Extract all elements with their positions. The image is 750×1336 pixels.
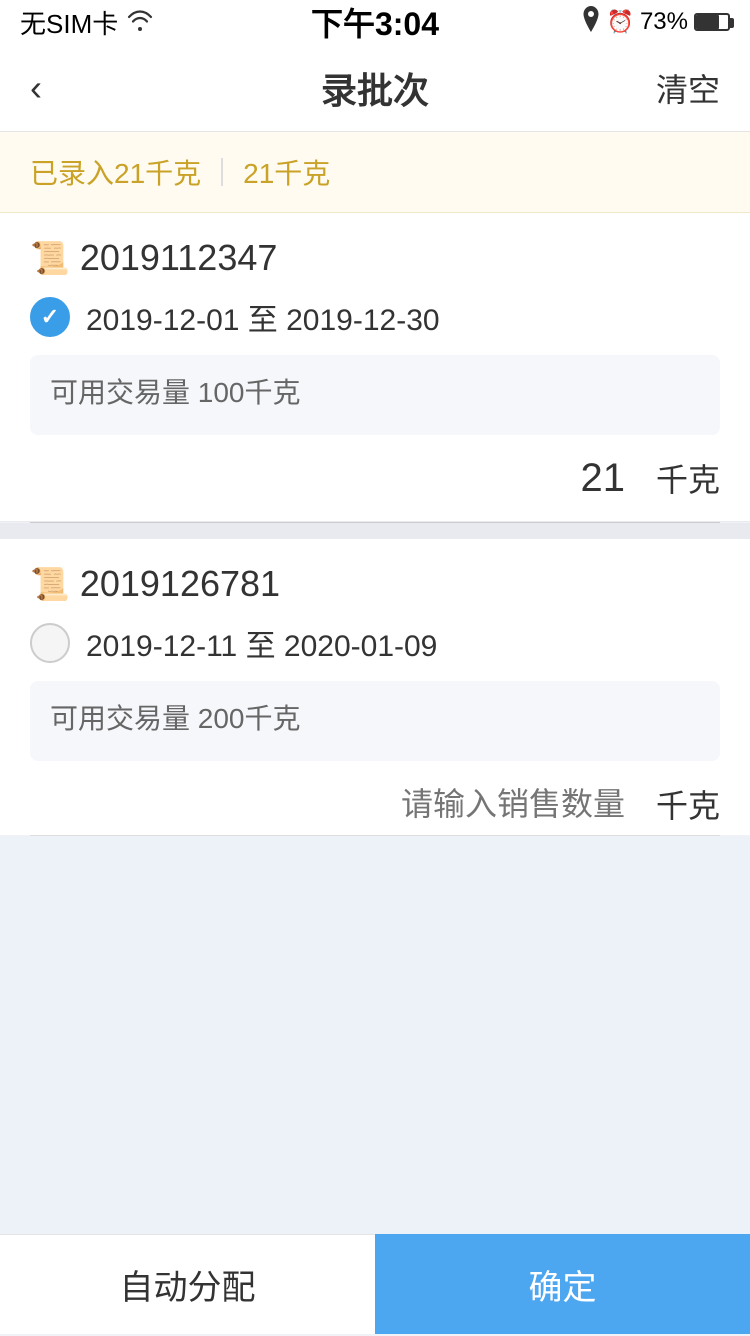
batch-id-2: 2019126781	[80, 563, 280, 605]
carrier-text: 无SIM卡	[20, 4, 118, 41]
status-left: 无SIM卡	[20, 4, 154, 41]
qty-unit-1: 千克	[656, 455, 720, 501]
section-divider	[0, 523, 750, 539]
batch-date-1: 2019-12-01 至 2019-12-30	[86, 295, 440, 339]
radio-1[interactable]: ✓	[30, 297, 70, 337]
wifi-icon	[126, 7, 154, 38]
recorded-label: 已录入21千克	[30, 152, 201, 192]
empty-area	[0, 836, 750, 1236]
batch-header-2: 📜 2019126781	[30, 563, 720, 605]
clear-button[interactable]: 清空	[656, 65, 720, 111]
info-banner: 已录入21千克 21千克	[0, 132, 750, 213]
batch-date-row-2[interactable]: 2019-12-11 至 2020-01-09	[30, 621, 720, 665]
qty-input-2[interactable]	[30, 786, 640, 823]
batch-card-1: 📜 2019112347 ✓ 2019-12-01 至 2019-12-30 可…	[0, 213, 750, 435]
banner-divider	[221, 158, 223, 186]
radio-2[interactable]	[30, 623, 70, 663]
alarm-icon: ⏰	[607, 9, 634, 35]
status-right: ⏰ 73%	[581, 6, 730, 39]
banner-amount: 21千克	[243, 152, 330, 192]
qty-input-1[interactable]	[520, 456, 640, 501]
qty-input-row-2: 千克	[0, 761, 750, 835]
batch-id-1: 2019112347	[80, 237, 278, 279]
battery-icon	[694, 13, 730, 31]
battery-text: 73%	[640, 8, 688, 36]
batch-date-row-1[interactable]: ✓ 2019-12-01 至 2019-12-30	[30, 295, 720, 339]
batch-date-2: 2019-12-11 至 2020-01-09	[86, 621, 437, 665]
confirm-button[interactable]: 确定	[375, 1234, 750, 1334]
qty-row-1: 千克	[0, 435, 750, 522]
batch-card-2: 📜 2019126781 2019-12-11 至 2020-01-09 可用交…	[0, 539, 750, 761]
bottom-bar: 自动分配 确定	[0, 1234, 750, 1334]
batch-header-1: 📜 2019112347	[30, 237, 720, 279]
qty-unit-2: 千克	[656, 781, 720, 827]
status-time: 下午3:04	[311, 0, 439, 45]
batch-icon-2: 📜	[30, 565, 70, 603]
auto-distribute-button[interactable]: 自动分配	[0, 1234, 375, 1334]
location-icon	[581, 6, 601, 39]
available-qty-2: 可用交易量 200千克	[30, 681, 720, 761]
batch-icon-1: 📜	[30, 239, 70, 277]
back-button[interactable]: ‹	[30, 67, 90, 109]
available-qty-1: 可用交易量 100千克	[30, 355, 720, 435]
status-bar: 无SIM卡 下午3:04 ⏰ 73%	[0, 0, 750, 44]
nav-bar: ‹ 录批次 清空	[0, 44, 750, 132]
check-icon-1: ✓	[41, 304, 59, 330]
page-title: 录批次	[321, 62, 429, 114]
